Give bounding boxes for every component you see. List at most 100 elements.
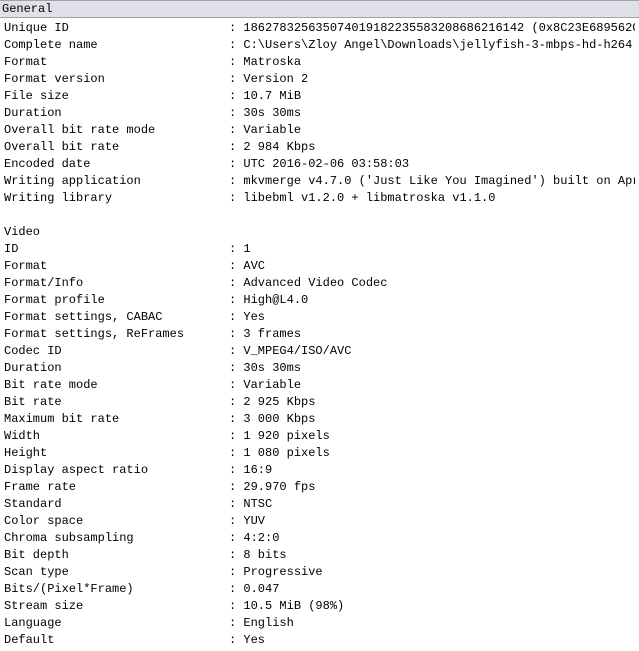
field-row: Writing library : libebml v1.2.0 + libma… [4,190,635,207]
field-value: 0.047 [243,581,635,598]
field-sep: : [229,411,243,428]
field-label: Overall bit rate [4,139,229,156]
field-value: V_MPEG4/ISO/AVC [243,343,635,360]
field-sep: : [229,292,243,309]
field-label: ID [4,241,229,258]
field-sep: : [229,377,243,394]
field-sep: : [229,513,243,530]
field-row: Standard : NTSC [4,496,635,513]
field-value: Version 2 [243,71,635,88]
field-sep: : [229,190,243,207]
field-label: Format settings, ReFrames [4,326,229,343]
field-label: Frame rate [4,479,229,496]
field-value: Progressive [243,564,635,581]
video-section-title-row: Video [4,224,635,241]
field-label: Bit rate [4,394,229,411]
field-value: 4:2:0 [243,530,635,547]
field-row: Stream size : 10.5 MiB (98%) [4,598,635,615]
field-sep: : [229,122,243,139]
field-sep: : [229,360,243,377]
field-row: Format settings, CABAC : Yes [4,309,635,326]
field-row: Complete name : C:\Users\Zloy Angel\Down… [4,37,635,54]
field-row: Format profile : High@L4.0 [4,292,635,309]
field-label: Writing library [4,190,229,207]
field-row: Duration : 30s 30ms [4,105,635,122]
field-label: Duration [4,105,229,122]
field-value: C:\Users\Zloy Angel\Downloads\jellyfish-… [243,37,635,54]
general-section-header: General [0,0,639,18]
field-label: Format/Info [4,275,229,292]
field-value: 2 984 Kbps [243,139,635,156]
field-row: Format settings, ReFrames : 3 frames [4,326,635,343]
field-label: Standard [4,496,229,513]
field-value: YUV [243,513,635,530]
field-sep: : [229,564,243,581]
field-value: mkvmerge v4.7.0 ('Just Like You Imagined… [243,173,635,190]
field-row: Overall bit rate : 2 984 Kbps [4,139,635,156]
field-label: Overall bit rate mode [4,122,229,139]
field-value: 3 frames [243,326,635,343]
field-value: 10.7 MiB [243,88,635,105]
field-sep: : [229,88,243,105]
field-value: 8 bits [243,547,635,564]
field-row: Chroma subsampling : 4:2:0 [4,530,635,547]
field-row: Height : 1 080 pixels [4,445,635,462]
video-section-title: Video [4,225,40,239]
field-value: 3 000 Kbps [243,411,635,428]
field-sep: : [229,547,243,564]
field-row: Encoded date : UTC 2016-02-06 03:58:03 [4,156,635,173]
field-label: Complete name [4,37,229,54]
field-sep: : [229,428,243,445]
field-sep: : [229,581,243,598]
field-value: 30s 30ms [243,360,635,377]
field-sep: : [229,598,243,615]
field-sep: : [229,479,243,496]
general-section-content: Unique ID : 1862783256350740191822355832… [0,18,639,651]
field-row: Format : AVC [4,258,635,275]
field-value: Advanced Video Codec [243,275,635,292]
field-label: Duration [4,360,229,377]
field-row: Scan type : Progressive [4,564,635,581]
field-sep: : [229,394,243,411]
field-label: Format version [4,71,229,88]
field-row: Default : Yes [4,632,635,649]
field-sep: : [229,445,243,462]
field-sep: : [229,275,243,292]
field-value: Yes [243,309,635,326]
field-value: UTC 2016-02-06 03:58:03 [243,156,635,173]
field-sep: : [229,20,243,37]
field-value: NTSC [243,496,635,513]
field-row: Duration : 30s 30ms [4,360,635,377]
field-value: Variable [243,122,635,139]
field-value: Variable [243,377,635,394]
field-sep: : [229,326,243,343]
field-sep: : [229,105,243,122]
field-row: Frame rate : 29.970 fps [4,479,635,496]
field-label: Codec ID [4,343,229,360]
field-sep: : [229,241,243,258]
field-label: Language [4,615,229,632]
field-value: libebml v1.2.0 + libmatroska v1.1.0 [243,190,635,207]
field-value: 186278325635074019182235583208686216142 … [243,20,635,37]
field-sep: : [229,632,243,649]
field-row: Format/Info : Advanced Video Codec [4,275,635,292]
field-value: 1 080 pixels [243,445,635,462]
field-row: Bit rate : 2 925 Kbps [4,394,635,411]
field-sep: : [229,258,243,275]
field-row: Maximum bit rate : 3 000 Kbps [4,411,635,428]
field-row: Language : English [4,615,635,632]
field-label: Color space [4,513,229,530]
field-row: Width : 1 920 pixels [4,428,635,445]
field-row: Format version : Version 2 [4,71,635,88]
field-value: 30s 30ms [243,105,635,122]
field-row: Bit depth : 8 bits [4,547,635,564]
field-label: Format [4,54,229,71]
field-label: Stream size [4,598,229,615]
field-label: Scan type [4,564,229,581]
field-label: Width [4,428,229,445]
field-label: Chroma subsampling [4,530,229,547]
field-row: Codec ID : V_MPEG4/ISO/AVC [4,343,635,360]
field-label: Bits/(Pixel*Frame) [4,581,229,598]
field-label: Display aspect ratio [4,462,229,479]
field-sep: : [229,343,243,360]
